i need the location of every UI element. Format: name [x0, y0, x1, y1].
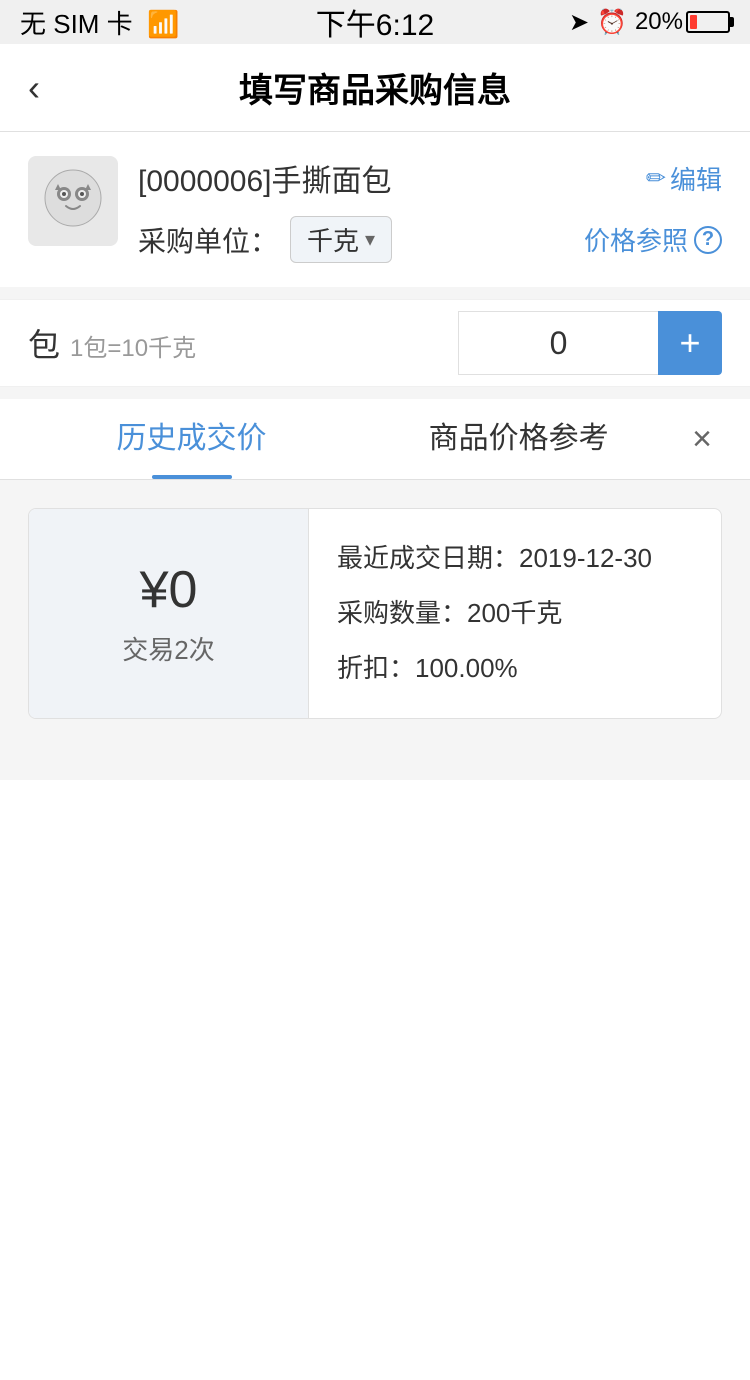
page-title: 填写商品采购信息 — [239, 63, 511, 112]
product-thumbnail — [28, 156, 118, 246]
history-details-panel: 最近成交日期：2019-12-30 采购数量：200千克 折扣：100.00% — [309, 509, 721, 718]
quantity-plus-button[interactable]: + — [658, 311, 722, 375]
edit-button[interactable]: ✏ 编辑 — [646, 160, 722, 197]
recent-date-value: 2019-12-30 — [519, 543, 652, 573]
quantity-sub-unit: 1包=10千克 — [70, 328, 196, 363]
purchase-quantity-row: 采购数量：200千克 — [337, 594, 693, 633]
history-content: ¥0 交易2次 最近成交日期：2019-12-30 采购数量：200千克 折扣：… — [0, 480, 750, 780]
unit-select[interactable]: 千克 ▾ — [290, 216, 392, 263]
product-name: [0000006]手撕面包 — [138, 156, 391, 200]
quantity-detail-label: 采购数量： — [337, 598, 467, 628]
bottom-area — [0, 780, 750, 1380]
purchase-unit-row: 采购单位： 千克 ▾ 价格参照 ? — [138, 216, 722, 263]
tab-price-label: 商品价格参考 — [429, 422, 609, 455]
edit-label: 编辑 — [670, 160, 722, 197]
currency-symbol: ¥ — [140, 561, 169, 619]
discount-value: 100.00% — [415, 653, 518, 683]
quantity-detail-value: 200千克 — [467, 598, 562, 628]
quantity-section: 包 1包=10千克 + — [0, 299, 750, 387]
product-name-row: [0000006]手撕面包 ✏ 编辑 — [138, 156, 722, 200]
tab-history-label: 历史成交价 — [117, 422, 267, 455]
dropdown-arrow-icon: ▾ — [365, 227, 375, 252]
history-price-panel: ¥0 交易2次 — [29, 509, 309, 718]
quantity-input[interactable] — [458, 311, 658, 375]
price-ref-label: 价格参照 — [584, 221, 688, 258]
question-icon: ? — [694, 226, 722, 254]
status-bar: 无 SIM 卡 📶 下午6:12 ➤ ⏰ 20% — [0, 0, 750, 44]
discount-label: 折扣： — [337, 653, 415, 683]
quantity-unit: 包 — [28, 320, 60, 366]
tab-history-price[interactable]: 历史成交价 — [28, 399, 355, 479]
status-left: 无 SIM 卡 📶 — [20, 4, 180, 41]
back-icon: ‹ — [28, 67, 40, 108]
price-reference-button[interactable]: 价格参照 ? — [584, 221, 722, 258]
tabs-row: 历史成交价 商品价格参考 × — [0, 399, 750, 479]
alarm-icon: ⏰ — [597, 8, 627, 37]
close-icon: × — [692, 420, 712, 458]
quantity-label-group: 包 1包=10千克 — [28, 320, 196, 366]
unit-label: 采购单位： — [138, 220, 278, 260]
status-time: 下午6:12 — [316, 0, 434, 44]
location-icon: ➤ — [569, 8, 589, 37]
unit-value: 千克 — [307, 221, 359, 258]
back-button[interactable]: ‹ — [28, 67, 40, 109]
product-row: [0000006]手撕面包 ✏ 编辑 采购单位： 千克 ▾ 价格参照 ? — [28, 156, 722, 263]
battery-icon — [686, 11, 730, 33]
tabs-section: 历史成交价 商品价格参考 × — [0, 399, 750, 480]
history-price-value: ¥0 — [140, 560, 198, 620]
nav-bar: ‹ 填写商品采购信息 — [0, 44, 750, 132]
product-section: [0000006]手撕面包 ✏ 编辑 采购单位： 千克 ▾ 价格参照 ? — [0, 132, 750, 287]
plus-icon: + — [679, 322, 700, 364]
tab-product-price-ref[interactable]: 商品价格参考 — [355, 399, 682, 479]
product-logo — [43, 168, 103, 234]
history-trades-count: 交易2次 — [122, 630, 214, 667]
quantity-input-group: + — [458, 311, 722, 375]
product-info: [0000006]手撕面包 ✏ 编辑 采购单位： 千克 ▾ 价格参照 ? — [138, 156, 722, 263]
edit-icon: ✏ — [646, 164, 666, 193]
status-right: ➤ ⏰ 20% — [569, 8, 730, 37]
recent-date-row: 最近成交日期：2019-12-30 — [337, 539, 693, 578]
battery-indicator: 20% — [635, 8, 730, 36]
discount-row: 折扣：100.00% — [337, 649, 693, 688]
battery-fill — [690, 15, 697, 29]
battery-percentage: 20% — [635, 8, 683, 36]
history-card: ¥0 交易2次 最近成交日期：2019-12-30 采购数量：200千克 折扣：… — [28, 508, 722, 719]
tab-close-button[interactable]: × — [682, 399, 722, 479]
recent-date-label: 最近成交日期： — [337, 543, 519, 573]
